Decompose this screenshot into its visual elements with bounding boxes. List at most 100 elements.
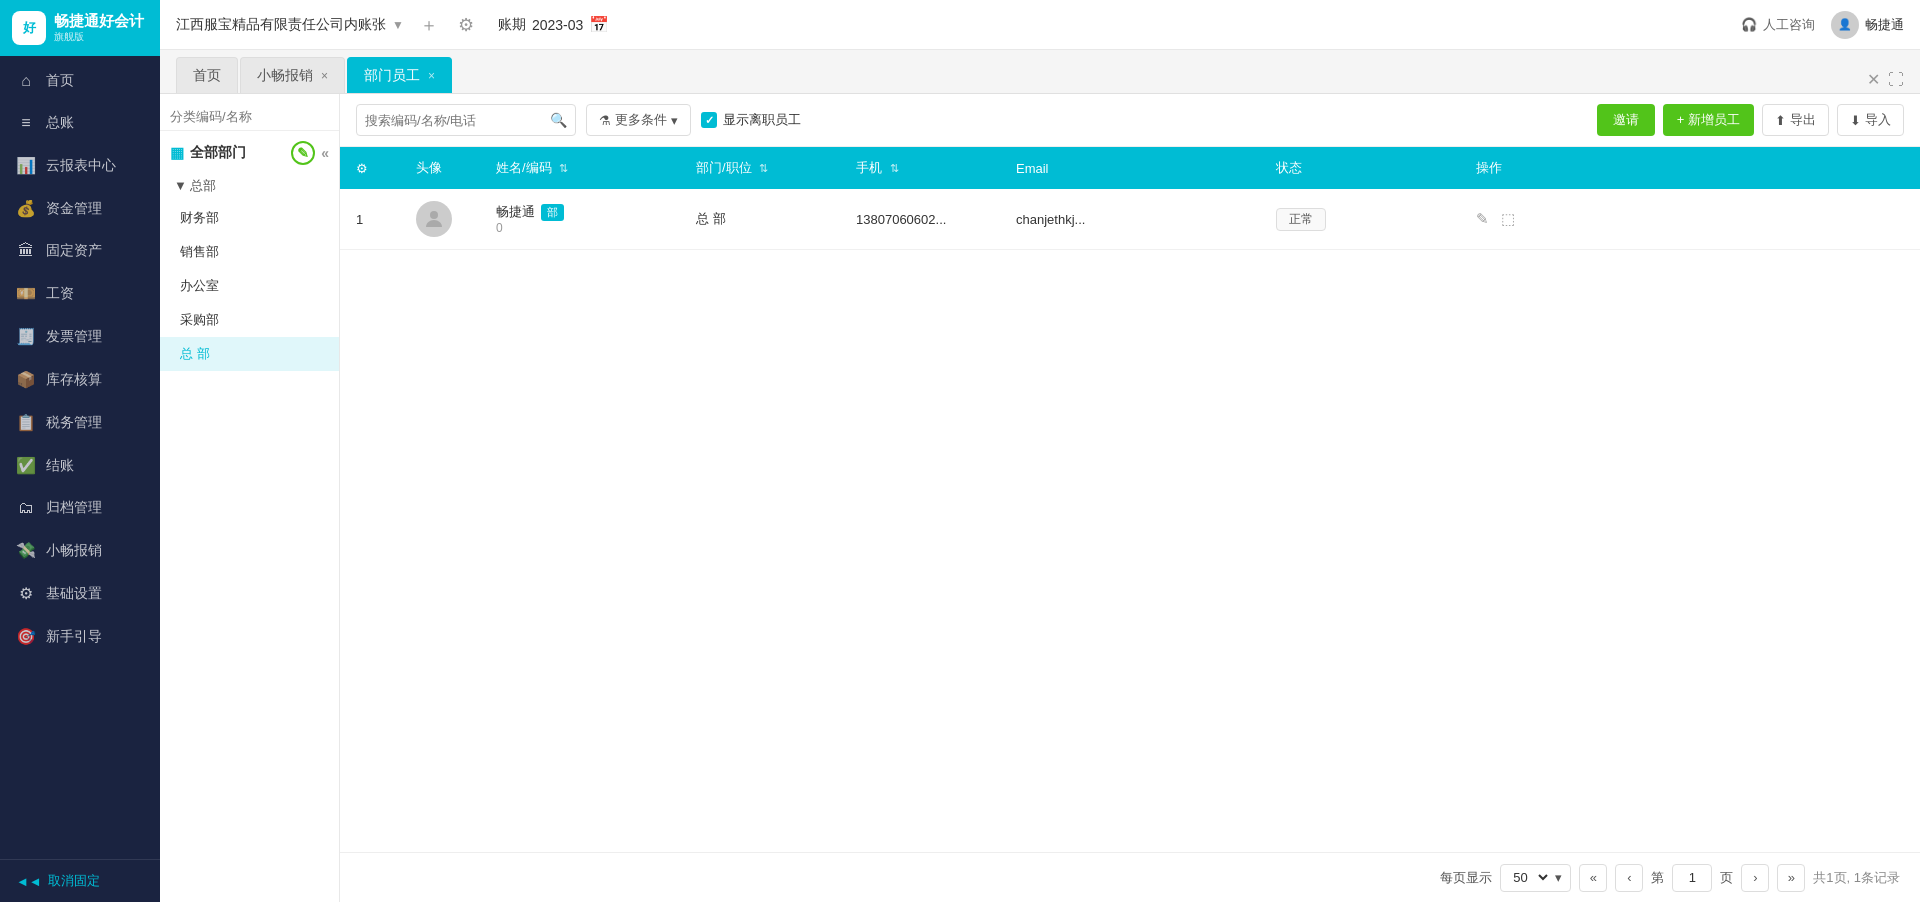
first-page-button[interactable]: « [1579, 864, 1607, 892]
row-phone: 13807060602... [840, 189, 1000, 250]
unpin-button[interactable]: ◄◄ 取消固定 [0, 859, 160, 902]
tab-expense-label: 小畅报销 [257, 67, 313, 85]
sidebar-item-reports[interactable]: 📊 云报表中心 [0, 144, 160, 187]
page-di-label: 第 [1651, 869, 1664, 887]
sidebar-item-expense[interactable]: 💸 小畅报销 [0, 529, 160, 572]
employee-toolbar-right: 邀请 + 新增员工 ⬆ 导出 ⬇ 导入 [1597, 104, 1904, 136]
person-icon [422, 207, 446, 231]
sidebar-item-tax[interactable]: 📋 税务管理 [0, 401, 160, 444]
sidebar: 好 畅捷通好会计 旗舰版 ⌂ 首页 ≡ 总账 📊 云报表中心 💰 资金管理 🏛 … [0, 0, 160, 902]
invite-button[interactable]: 邀请 [1597, 104, 1655, 136]
sidebar-item-finance[interactable]: 💰 资金管理 [0, 187, 160, 230]
last-page-button[interactable]: » [1777, 864, 1805, 892]
status-badge: 正常 [1276, 208, 1326, 231]
dept-item-office[interactable]: 办公室 [160, 269, 339, 303]
employee-name: 畅捷通 [496, 203, 535, 221]
row-index: 1 [340, 189, 400, 250]
company-settings-icon[interactable]: ⚙ [454, 14, 478, 36]
tab-employees[interactable]: 部门员工 × [347, 57, 452, 93]
tab-home[interactable]: 首页 [176, 57, 238, 93]
pagination: 每页显示 50 100 200 ▾ « ‹ 第 页 › » 共1页, 1条记录 [340, 852, 1920, 902]
row-status: 正常 [1260, 189, 1460, 250]
dept-item-headquarter-parent[interactable]: ▼ 总部 [160, 171, 339, 201]
period-selector[interactable]: 账期 2023-03 📅 [498, 15, 609, 34]
sidebar-item-archive[interactable]: 🗂 归档管理 [0, 487, 160, 529]
prev-page-button[interactable]: ‹ [1615, 864, 1643, 892]
employee-search-input[interactable] [365, 113, 544, 128]
unpin-icon: ◄◄ [16, 874, 42, 889]
topbar: 江西服宝精品有限责任公司内账张 ▼ ＋ ⚙ 账期 2023-03 📅 🎧 人工咨… [160, 0, 1920, 50]
sidebar-item-label: 总账 [46, 114, 74, 132]
settings-icon: ⚙ [16, 584, 36, 603]
page-size-dropdown-icon: ▾ [1555, 870, 1562, 885]
col-dept[interactable]: 部门/职位 ⇅ [680, 147, 840, 189]
sidebar-item-settings[interactable]: ⚙ 基础设置 [0, 572, 160, 615]
period-value: 2023-03 [532, 17, 583, 33]
employee-search-bar: 🔍 [356, 104, 576, 136]
row-actions: ✎ ⬚ [1460, 189, 1920, 250]
export-button[interactable]: ⬆ 导出 [1762, 104, 1829, 136]
company-selector[interactable]: 江西服宝精品有限责任公司内账张 ▼ [176, 16, 404, 34]
sidebar-item-assets[interactable]: 🏛 固定资产 [0, 230, 160, 272]
reports-icon: 📊 [16, 156, 36, 175]
dept-search-input[interactable] [170, 109, 338, 124]
dept-item-procurement[interactable]: 采购部 [160, 303, 339, 337]
tab-employees-close[interactable]: × [428, 69, 435, 83]
tab-expense[interactable]: 小畅报销 × [240, 57, 345, 93]
page-number-input[interactable] [1672, 864, 1712, 892]
col-avatar: 头像 [400, 147, 480, 189]
sidebar-item-label: 云报表中心 [46, 157, 116, 175]
sidebar-item-label: 首页 [46, 72, 74, 90]
next-page-button[interactable]: › [1741, 864, 1769, 892]
col-actions: 操作 [1460, 147, 1920, 189]
import-button[interactable]: ⬇ 导入 [1837, 104, 1904, 136]
filter-button[interactable]: ⚗ 更多条件 ▾ [586, 104, 691, 136]
table-row: 1 [340, 189, 1920, 250]
show-resigned-label: 显示离职员工 [723, 111, 801, 129]
app-version: 旗舰版 [54, 30, 144, 44]
sidebar-item-salary[interactable]: 💴 工资 [0, 272, 160, 315]
sidebar-item-label: 库存核算 [46, 371, 102, 389]
close-all-tabs-button[interactable]: ✕ [1867, 70, 1880, 89]
tree-header-actions: ✎ « [291, 141, 329, 165]
dept-item-sales[interactable]: 销售部 [160, 235, 339, 269]
employee-search-icon[interactable]: 🔍 [550, 112, 567, 128]
dept-root-label[interactable]: 全部部门 [190, 144, 246, 162]
dept-tree-collapse[interactable]: « [321, 145, 329, 161]
edit-employee-button[interactable]: ✎ [1476, 210, 1489, 228]
col-name[interactable]: 姓名/编码 ⇅ [480, 147, 680, 189]
sidebar-item-guide[interactable]: 🎯 新手引导 [0, 615, 160, 658]
tabs-bar: 首页 小畅报销 × 部门员工 × ✕ ⛶ [160, 50, 1920, 94]
col-index: ⚙ [340, 147, 400, 189]
expense-icon: 💸 [16, 541, 36, 560]
page-size-selector[interactable]: 50 100 200 ▾ [1500, 864, 1571, 892]
add-company-button[interactable]: ＋ [416, 13, 442, 37]
employee-avatar [416, 201, 452, 237]
dept-add-button[interactable]: ✎ [291, 141, 315, 165]
col-status: 状态 [1260, 147, 1460, 189]
dept-item-finance[interactable]: 财务部 [160, 201, 339, 235]
sidebar-item-closeaccount[interactable]: ✅ 结账 [0, 444, 160, 487]
guide-icon: 🎯 [16, 627, 36, 646]
settings-col-icon[interactable]: ⚙ [356, 161, 368, 176]
sidebar-item-ledger[interactable]: ≡ 总账 [0, 102, 160, 144]
tabs-right-buttons: ✕ ⛶ [1867, 70, 1904, 93]
sidebar-item-invoice[interactable]: 🧾 发票管理 [0, 315, 160, 358]
sidebar-item-home[interactable]: ⌂ 首页 [0, 60, 160, 102]
page-size-select[interactable]: 50 100 200 [1509, 869, 1551, 886]
col-phone[interactable]: 手机 ⇅ [840, 147, 1000, 189]
dept-item-headquarter[interactable]: 总 部 [160, 337, 339, 371]
sidebar-item-label: 归档管理 [46, 499, 102, 517]
add-employee-button[interactable]: + 新增员工 [1663, 104, 1754, 136]
show-resigned-checkbox[interactable] [701, 112, 717, 128]
sidebar-item-inventory[interactable]: 📦 库存核算 [0, 358, 160, 401]
salary-icon: 💴 [16, 284, 36, 303]
expand-tabs-button[interactable]: ⛶ [1888, 71, 1904, 89]
tab-expense-close[interactable]: × [321, 69, 328, 83]
sidebar-item-label: 税务管理 [46, 414, 102, 432]
employee-dept-badge: 部 [541, 204, 564, 221]
support-button[interactable]: 🎧 人工咨询 [1741, 16, 1815, 34]
logout-employee-button[interactable]: ⬚ [1501, 210, 1515, 228]
topbar-right: 🎧 人工咨询 👤 畅捷通 [1741, 11, 1904, 39]
user-menu[interactable]: 👤 畅捷通 [1831, 11, 1904, 39]
